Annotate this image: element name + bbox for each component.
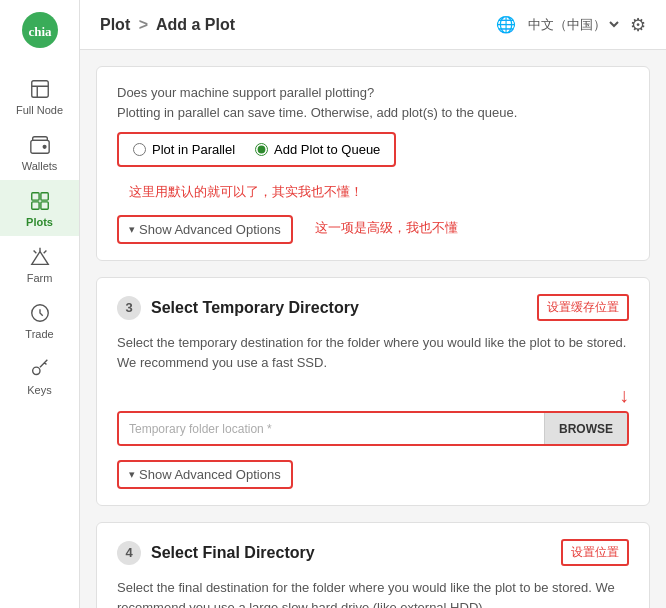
final-desc: Select the final destination for the fol… <box>117 578 629 608</box>
chia-logo: chia <box>20 10 60 54</box>
final-section-header: 4 Select Final Directory 设置位置 <box>117 539 629 566</box>
translate-icon: 🌐 <box>496 15 516 34</box>
keys-icon <box>27 356 53 382</box>
sidebar-item-wallets[interactable]: Wallets <box>0 124 79 180</box>
farm-icon <box>27 244 53 270</box>
page-content: Does your machine support parallel plott… <box>80 50 666 608</box>
radio-plot-in-parallel[interactable]: Plot in Parallel <box>133 142 235 157</box>
svg-rect-6 <box>40 193 47 200</box>
temp-folder-input[interactable]: 这里是设置缓存的地方，如果想P快一点，建议用比较好的SSD <box>119 413 544 444</box>
svg-rect-2 <box>31 81 48 98</box>
temp-arrow-area: ↓ <box>117 384 629 407</box>
final-badge-area: 设置位置 <box>561 539 629 566</box>
advanced-row: ▾ Show Advanced Options 这一项是高级，我也不懂 <box>117 211 629 244</box>
parallel-annotation: 这里用默认的就可以了，其实我也不懂！ <box>129 183 363 201</box>
breadcrumb: Plot > Add a Plot <box>100 16 235 34</box>
arrow-down-icon: ↓ <box>117 384 629 407</box>
final-section-title: Select Final Directory <box>151 544 315 562</box>
sidebar-item-plots[interactable]: Plots <box>0 180 79 236</box>
final-directory-card: 4 Select Final Directory 设置位置 Select the… <box>96 522 650 608</box>
header-right: 🌐 中文（中国） ⚙ <box>496 14 646 36</box>
temp-section-num: 3 <box>117 296 141 320</box>
breadcrumb-page: Add a Plot <box>156 16 235 33</box>
full-node-icon <box>27 76 53 102</box>
svg-rect-7 <box>31 202 38 209</box>
page-header: Plot > Add a Plot 🌐 中文（中国） ⚙ <box>80 0 666 50</box>
temp-section-header: 3 Select Temporary Directory 设置缓存位置 <box>117 294 629 321</box>
chevron-down-icon: ▾ <box>129 223 135 236</box>
trade-icon <box>27 300 53 326</box>
temp-chevron-icon: ▾ <box>129 468 135 481</box>
radio-group: Plot in Parallel Add Plot to Queue <box>117 132 396 167</box>
svg-rect-5 <box>31 193 38 200</box>
breadcrumb-root: Plot <box>100 16 130 33</box>
temp-input-row: 这里是设置缓存的地方，如果想P快一点，建议用比较好的SSD BROWSE <box>117 411 629 446</box>
temp-desc: Select the temporary destination for the… <box>117 333 629 372</box>
advanced-annotation: 这一项是高级，我也不懂 <box>315 219 458 237</box>
sidebar-item-full-node[interactable]: Full Node <box>0 68 79 124</box>
svg-point-4 <box>43 145 46 148</box>
svg-point-10 <box>32 367 39 374</box>
radio-parallel-input[interactable] <box>133 143 146 156</box>
final-badge: 设置位置 <box>561 539 629 566</box>
temp-badge: 设置缓存位置 <box>537 294 629 321</box>
temp-browse-button[interactable]: BROWSE <box>544 413 627 444</box>
show-advanced-toggle[interactable]: ▾ Show Advanced Options <box>117 215 293 244</box>
temp-advanced-toggle[interactable]: ▾ Show Advanced Options <box>117 460 293 489</box>
parallel-desc-line1: Does your machine support parallel plott… <box>117 83 629 122</box>
plots-icon <box>27 188 53 214</box>
parallel-options-row: Plot in Parallel Add Plot to Queue 这里用默认… <box>117 132 629 201</box>
radio-add-to-queue[interactable]: Add Plot to Queue <box>255 142 380 157</box>
temp-section-title: Select Temporary Directory <box>151 299 359 317</box>
wallets-icon <box>27 132 53 158</box>
sidebar-item-farm[interactable]: Farm <box>0 236 79 292</box>
temp-badge-area: 设置缓存位置 <box>537 294 629 321</box>
radio-queue-input[interactable] <box>255 143 268 156</box>
final-section-num: 4 <box>117 541 141 565</box>
main-content: Plot > Add a Plot 🌐 中文（中国） ⚙ Does your m… <box>80 0 666 608</box>
svg-rect-8 <box>40 202 47 209</box>
sidebar-item-keys[interactable]: Keys <box>0 348 79 404</box>
svg-text:chia: chia <box>28 24 52 39</box>
breadcrumb-separator: > <box>139 16 148 33</box>
temp-directory-card: 3 Select Temporary Directory 设置缓存位置 Sele… <box>96 277 650 506</box>
language-selector[interactable]: 中文（中国） <box>524 16 622 33</box>
settings-icon[interactable]: ⚙ <box>630 14 646 36</box>
sidebar-item-trade[interactable]: Trade <box>0 292 79 348</box>
parallel-plot-card: Does your machine support parallel plott… <box>96 66 650 261</box>
sidebar: chia Full Node Wallets Plots Farm Trade <box>0 0 80 608</box>
